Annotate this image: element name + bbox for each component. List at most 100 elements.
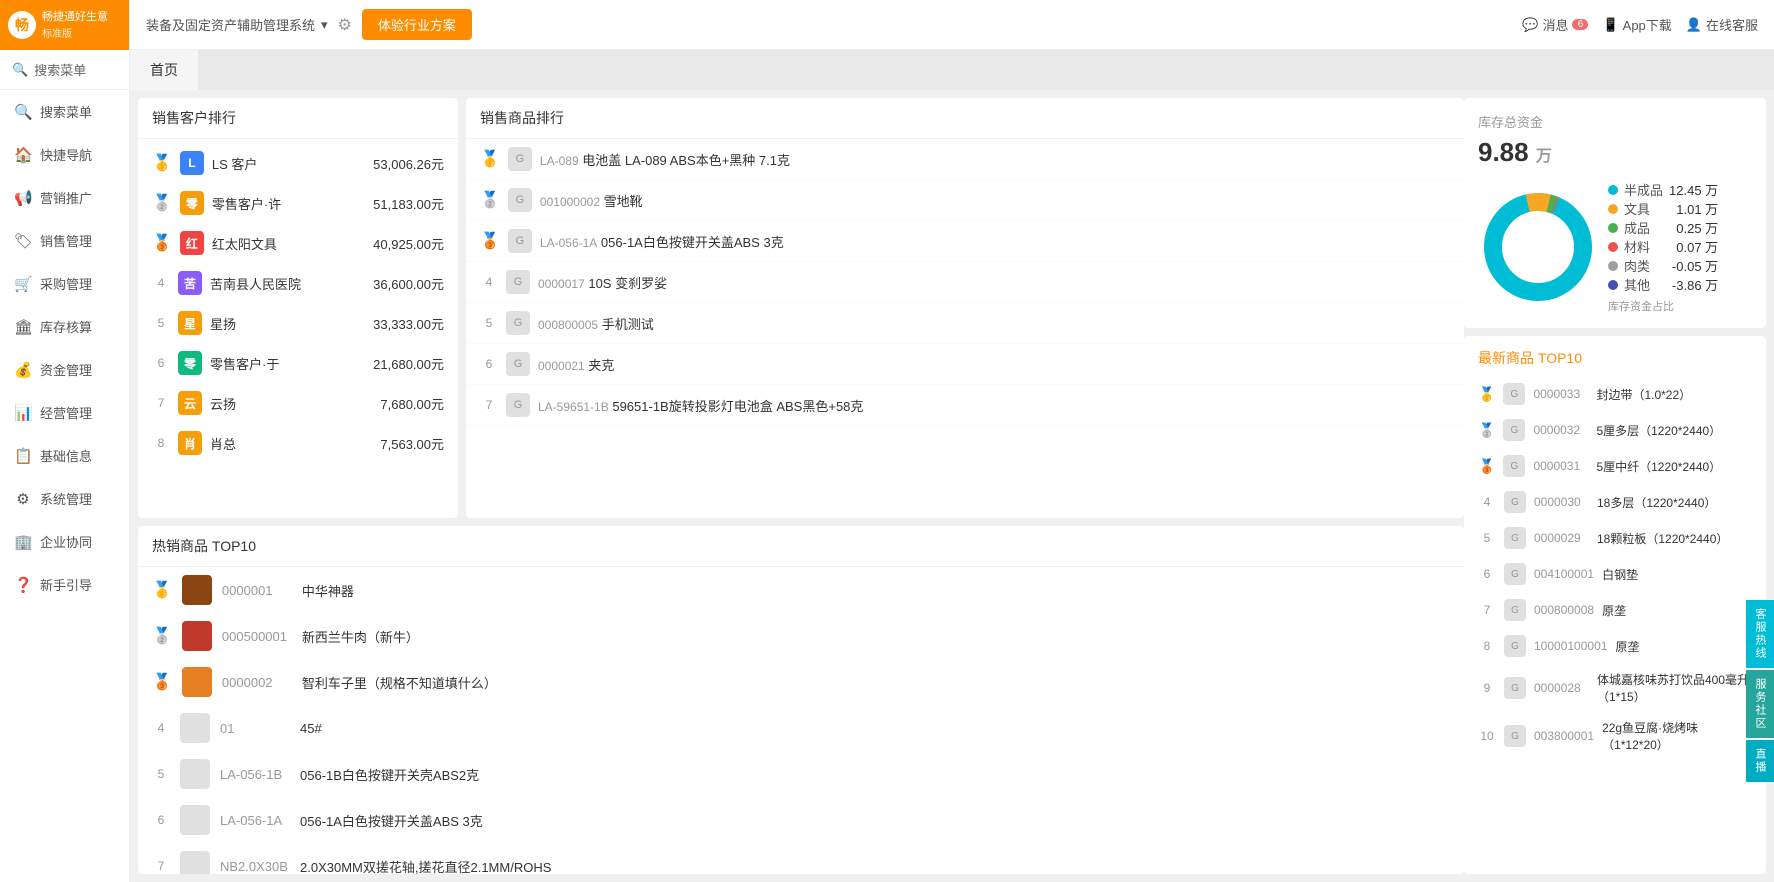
trial-button[interactable]: 体验行业方案 [362, 9, 472, 40]
sales-icon: 🏷 [14, 232, 32, 250]
latest-products-panel: 最新商品 TOP10 🥇 G 0000033 封边带（1.0*22） 🥈 G 0… [1464, 336, 1766, 874]
product-info: LA-59651-1B 59651-1B旋转投影灯电池盒 ABS黑色+58克 [538, 396, 1450, 415]
hot-product-code: LA-056-1B [220, 767, 290, 782]
rank-number: 9 [1478, 681, 1496, 695]
finance-label: 资金管理 [40, 360, 92, 379]
live-btn[interactable]: 直播 [1746, 740, 1774, 782]
hot-sales-header: 热销商品 TOP10 [138, 526, 1464, 567]
sidebar-item-newbie[interactable]: ❓新手引导 [0, 563, 129, 606]
donut-chart-container: 半成品 12.45 万 文具 1.01 万 成品 0.25 万 材料 0.07 … [1478, 180, 1752, 314]
app-logo: 畅 畅捷通好生意 标准版 [0, 0, 129, 50]
rank-number: 5 [152, 767, 170, 781]
product-code: 003800001 [1534, 729, 1594, 743]
product-avatar: G [508, 147, 532, 171]
medal-icon: 🥈 [480, 190, 500, 210]
rank-avatar: L [180, 151, 204, 175]
sidebar-item-basic[interactable]: 📋基础信息 [0, 434, 129, 477]
rank-number: 10 [1478, 729, 1496, 743]
hot-product-image [180, 759, 210, 789]
hot-product-code: LA-056-1A [220, 813, 290, 828]
message-action[interactable]: 💬 消息 6 [1522, 15, 1588, 34]
newbie-label: 新手引导 [40, 575, 92, 594]
rank-number: 6 [152, 356, 170, 370]
online-service-action[interactable]: 👤 在线客服 [1686, 15, 1758, 34]
app-download-action[interactable]: 📱 App下载 [1602, 15, 1671, 34]
latest-product-item: 🥇 G 0000033 封边带（1.0*22） [1464, 376, 1766, 412]
app-download-label: App下载 [1623, 15, 1672, 34]
product-rank-item: 🥉 G LA-056-1A 056-1A白色按键开关盖ABS 3克 [466, 221, 1464, 262]
sidebar-item-sales[interactable]: 🏷销售管理 [0, 219, 129, 262]
topbar: 装备及固定资产辅助管理系统 ▾ ⚙ 体验行业方案 💬 消息 6 📱 App下载 … [130, 0, 1774, 50]
rank-name: 零售客户·于 [210, 354, 365, 373]
rank-number: 4 [152, 721, 170, 735]
right-panel: 库存总资金 9.88 万 [1464, 90, 1774, 882]
system-selector[interactable]: 装备及固定资产辅助管理系统 ▾ [146, 15, 328, 34]
sidebar-item-system[interactable]: ⚙系统管理 [0, 477, 129, 520]
product-avatar: G [508, 229, 532, 253]
gear-icon[interactable]: ⚙ [338, 15, 352, 35]
medal-icon: 🥇 [152, 580, 172, 600]
topbar-actions: 💬 消息 6 📱 App下载 👤 在线客服 [1522, 15, 1758, 34]
latest-product-item: 🥉 G 0000031 5厘中纤（1220*2440） [1464, 448, 1766, 484]
rank-number: 4 [152, 276, 170, 290]
tab-home[interactable]: 首页 [130, 50, 198, 90]
sidebar-item-inventory[interactable]: 🏛库存核算 [0, 305, 129, 348]
product-rank-item: 🥈 G 001000002 雪地靴 [466, 180, 1464, 221]
legend-value: 0.25 万 [1676, 218, 1718, 237]
product-avatar: G [1504, 527, 1526, 549]
system-label: 系统管理 [40, 489, 92, 508]
hot-sales-panel: 热销商品 TOP10 🥇 0000001 中华神器 🥈 000500001 新西… [138, 526, 1464, 874]
legend-value: 0.07 万 [1676, 237, 1718, 256]
hot-sales-item: 4 01 45# [138, 705, 1464, 751]
rank-avatar: 苦 [178, 271, 202, 295]
sidebar-item-enterprise[interactable]: 🏢企业协同 [0, 520, 129, 563]
sales-rank-title: 销售客户排行 [152, 108, 236, 128]
finance-icon: 💰 [14, 361, 32, 379]
rank-amount: 7,680.00元 [380, 394, 444, 413]
rank-name: 云扬 [210, 394, 372, 413]
product-info: 001000002 雪地靴 [540, 191, 1450, 210]
legend-dot [1608, 280, 1618, 290]
hot-sales-item: 🥈 000500001 新西兰牛肉（新牛） [138, 613, 1464, 659]
rank-number: 7 [1478, 603, 1496, 617]
customer-hotline-btn[interactable]: 客服热线 [1746, 600, 1774, 668]
sidebar-item-operation[interactable]: 📊经营管理 [0, 391, 129, 434]
sales-rank-panel: 销售客户排行 🥇 L LS 客户 53,006.26元 🥈 零 零售客户·许 5… [138, 98, 458, 518]
product-code: 004100001 [1534, 567, 1594, 581]
product-rank-item: 5 G 000800005 手机测试 [466, 303, 1464, 344]
medal-icon: 🥉 [1478, 458, 1495, 475]
rank-avatar: 云 [178, 391, 202, 415]
rank-amount: 21,680.00元 [373, 354, 444, 373]
legend-value: 12.45 万 [1669, 180, 1718, 199]
rank-number: 7 [152, 859, 170, 873]
sidebar-item-search[interactable]: 🔍搜索菜单 [0, 90, 129, 133]
top-row: 销售客户排行 🥇 L LS 客户 53,006.26元 🥈 零 零售客户·许 5… [138, 98, 1464, 518]
operation-label: 经营管理 [40, 403, 92, 422]
sidebar-item-purchase[interactable]: 🛒采购管理 [0, 262, 129, 305]
app-version: 标准版 [42, 25, 108, 40]
rank-number: 6 [152, 813, 170, 827]
product-avatar: G [506, 311, 530, 335]
product-code: 001000002 [540, 195, 600, 209]
sidebar-item-marketing[interactable]: 📢营销推广 [0, 176, 129, 219]
hot-product-name: 45# [300, 721, 1450, 736]
sidebar-item-quick[interactable]: 🏠快捷导航 [0, 133, 129, 176]
hot-product-code: 0000001 [222, 583, 292, 598]
latest-product-item: 10 G 003800001 22g鱼豆腐·烧烤味（1*12*20） [1464, 712, 1766, 760]
service-community-btn[interactable]: 服务社区 [1746, 670, 1774, 738]
hot-product-image [180, 851, 210, 874]
sidebar-item-finance[interactable]: 💰 资金管理 [0, 348, 129, 391]
sales-rank-header: 销售客户排行 [138, 98, 458, 139]
message-label: 消息 [1542, 15, 1568, 34]
sales-rank-item: 7 云 云扬 7,680.00元 [138, 383, 458, 423]
quick-label: 快捷导航 [40, 145, 92, 164]
tab-bar: 首页 [130, 50, 1774, 90]
medal-icon: 🥈 [1478, 422, 1495, 439]
hot-product-image [182, 575, 212, 605]
rank-amount: 36,600.00元 [373, 274, 444, 293]
product-rank-panel: 销售商品排行 🥇 G LA-089 电池盖 LA-089 ABS本色+黑种 7.… [466, 98, 1464, 518]
latest-product-item: 9 G 0000028 体城嘉核味苏打饮品400毫升（1*15） [1464, 664, 1766, 712]
hot-sales-item: 6 LA-056-1A 056-1A白色按键开关盖ABS 3克 [138, 797, 1464, 843]
search-menu[interactable]: 🔍 搜索菜单 [0, 50, 129, 90]
marketing-label: 营销推广 [40, 188, 92, 207]
